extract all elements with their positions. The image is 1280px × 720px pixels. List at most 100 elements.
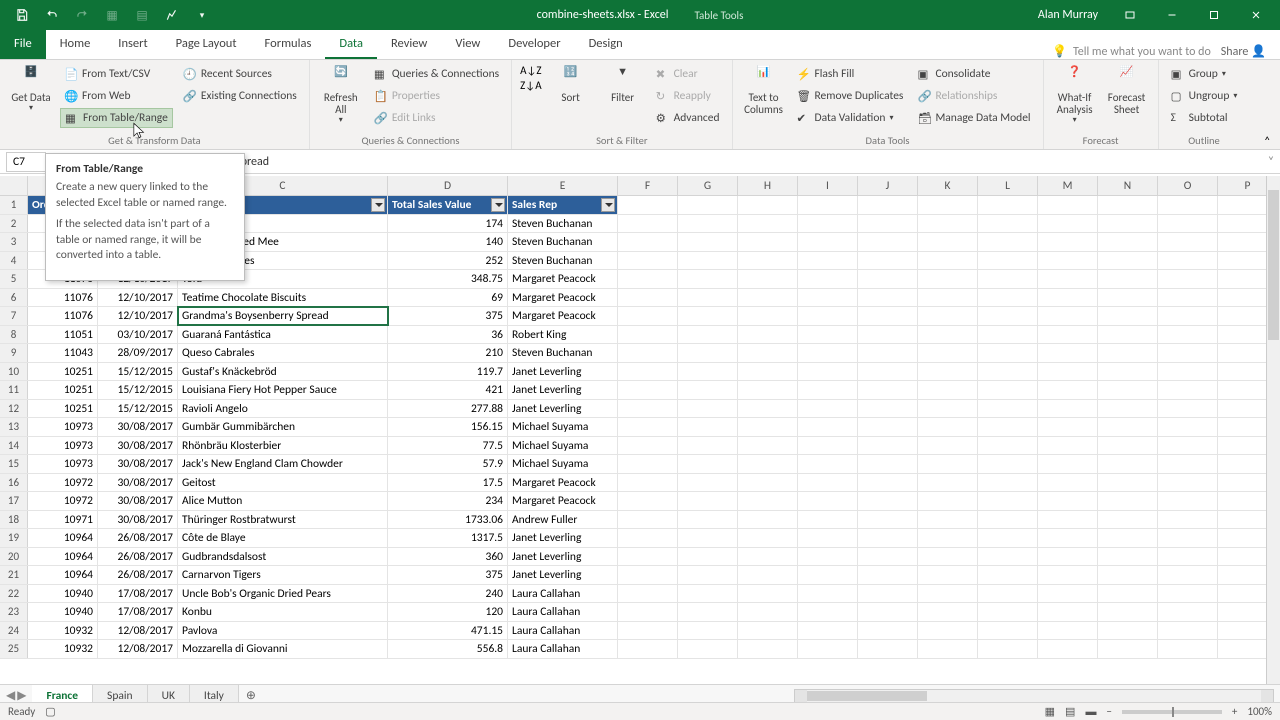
cell[interactable] [678, 548, 738, 566]
cell[interactable] [1158, 418, 1218, 436]
cell[interactable]: 10940 [28, 585, 98, 603]
cell[interactable]: 17.5 [388, 474, 508, 492]
cell[interactable] [978, 252, 1038, 270]
cell[interactable] [1158, 233, 1218, 251]
row-header[interactable]: 23 [0, 603, 28, 621]
cell[interactable]: Gustaf's Knäckebröd [178, 363, 388, 381]
cell[interactable] [918, 307, 978, 325]
cell[interactable] [1038, 344, 1098, 362]
cell[interactable] [978, 215, 1038, 233]
cell[interactable] [1098, 289, 1158, 307]
cell[interactable] [858, 492, 918, 510]
cell[interactable]: Michael Suyama [508, 418, 618, 436]
cell[interactable] [618, 566, 678, 584]
cell[interactable] [1158, 548, 1218, 566]
cell[interactable] [1038, 566, 1098, 584]
cell[interactable] [738, 511, 798, 529]
cell[interactable] [918, 344, 978, 362]
cell[interactable]: Laura Callahan [508, 640, 618, 658]
cell[interactable] [858, 344, 918, 362]
cell[interactable] [618, 455, 678, 473]
cell[interactable] [1038, 215, 1098, 233]
cell[interactable]: 10964 [28, 566, 98, 584]
cell[interactable]: 10972 [28, 474, 98, 492]
cell[interactable] [918, 622, 978, 640]
cell[interactable] [738, 566, 798, 584]
cell[interactable] [1038, 196, 1098, 214]
filter-dropdown-icon[interactable] [601, 198, 615, 212]
cell[interactable] [918, 233, 978, 251]
cell[interactable]: Laura Callahan [508, 603, 618, 621]
cell[interactable] [1158, 270, 1218, 288]
vertical-scrollbar[interactable] [1266, 176, 1280, 684]
cell[interactable] [1098, 196, 1158, 214]
cell[interactable]: 10932 [28, 622, 98, 640]
row-header[interactable]: 24 [0, 622, 28, 640]
cell[interactable]: Steven Buchanan [508, 215, 618, 233]
zoom-in-icon[interactable]: + [1232, 705, 1237, 718]
cell[interactable] [798, 511, 858, 529]
cell[interactable] [858, 585, 918, 603]
column-header[interactable]: O [1158, 176, 1218, 195]
ribbon-display-icon[interactable] [1110, 0, 1150, 30]
qat-more-icon[interactable]: ▾ [188, 3, 216, 27]
cell[interactable] [738, 289, 798, 307]
cell[interactable] [678, 511, 738, 529]
cell[interactable] [978, 418, 1038, 436]
cell[interactable] [978, 196, 1038, 214]
cell[interactable] [738, 233, 798, 251]
cell[interactable] [738, 640, 798, 658]
row-header[interactable]: 3 [0, 233, 28, 251]
cell[interactable] [1098, 474, 1158, 492]
cell[interactable]: Margaret Peacock [508, 474, 618, 492]
cell[interactable] [618, 196, 678, 214]
cell[interactable]: 556.8 [388, 640, 508, 658]
cell[interactable] [798, 326, 858, 344]
get-data-button[interactable]: 🗄️ Get Data ▾ [8, 64, 54, 113]
cell[interactable]: 240 [388, 585, 508, 603]
subtotal-button[interactable]: ΣSubtotal [1167, 108, 1242, 128]
cell[interactable] [918, 196, 978, 214]
cell[interactable]: 12/08/2017 [98, 640, 178, 658]
cell[interactable]: Côte de Blaye [178, 529, 388, 547]
cell[interactable]: 26/08/2017 [98, 566, 178, 584]
cell[interactable] [918, 455, 978, 473]
recent-sources-button[interactable]: 🕘Recent Sources [179, 64, 301, 84]
column-header[interactable]: L [978, 176, 1038, 195]
cell[interactable]: 12/10/2017 [98, 289, 178, 307]
cell[interactable]: 12/10/2017 [98, 307, 178, 325]
cell[interactable]: Uncle Bob's Organic Dried Pears [178, 585, 388, 603]
cell[interactable] [1038, 455, 1098, 473]
cell[interactable] [918, 492, 978, 510]
cell[interactable] [1158, 289, 1218, 307]
cell[interactable] [1038, 474, 1098, 492]
column-header[interactable]: D [388, 176, 508, 195]
row-header[interactable]: 10 [0, 363, 28, 381]
cell[interactable] [1038, 326, 1098, 344]
filter-dropdown-icon[interactable] [371, 198, 385, 212]
cell[interactable]: Margaret Peacock [508, 289, 618, 307]
cell[interactable] [1038, 548, 1098, 566]
cell[interactable] [918, 585, 978, 603]
cell[interactable] [858, 640, 918, 658]
cell[interactable] [1098, 566, 1158, 584]
table-header-cell[interactable]: Total Sales Value [388, 196, 508, 214]
cell[interactable] [1038, 400, 1098, 418]
cell[interactable] [618, 474, 678, 492]
cell[interactable] [1158, 437, 1218, 455]
cell[interactable] [1158, 252, 1218, 270]
cell[interactable] [1038, 529, 1098, 547]
cell[interactable] [678, 381, 738, 399]
cell[interactable] [978, 474, 1038, 492]
cell[interactable] [858, 289, 918, 307]
cell[interactable]: 10973 [28, 418, 98, 436]
cell[interactable] [858, 270, 918, 288]
tab-insert[interactable]: Insert [104, 29, 161, 59]
cell[interactable] [618, 492, 678, 510]
cell[interactable]: 17/08/2017 [98, 585, 178, 603]
cell[interactable]: Robert King [508, 326, 618, 344]
cell[interactable] [678, 622, 738, 640]
cell[interactable] [738, 400, 798, 418]
collapse-ribbon-icon[interactable]: ˄ [1264, 135, 1274, 145]
cell[interactable] [1038, 233, 1098, 251]
